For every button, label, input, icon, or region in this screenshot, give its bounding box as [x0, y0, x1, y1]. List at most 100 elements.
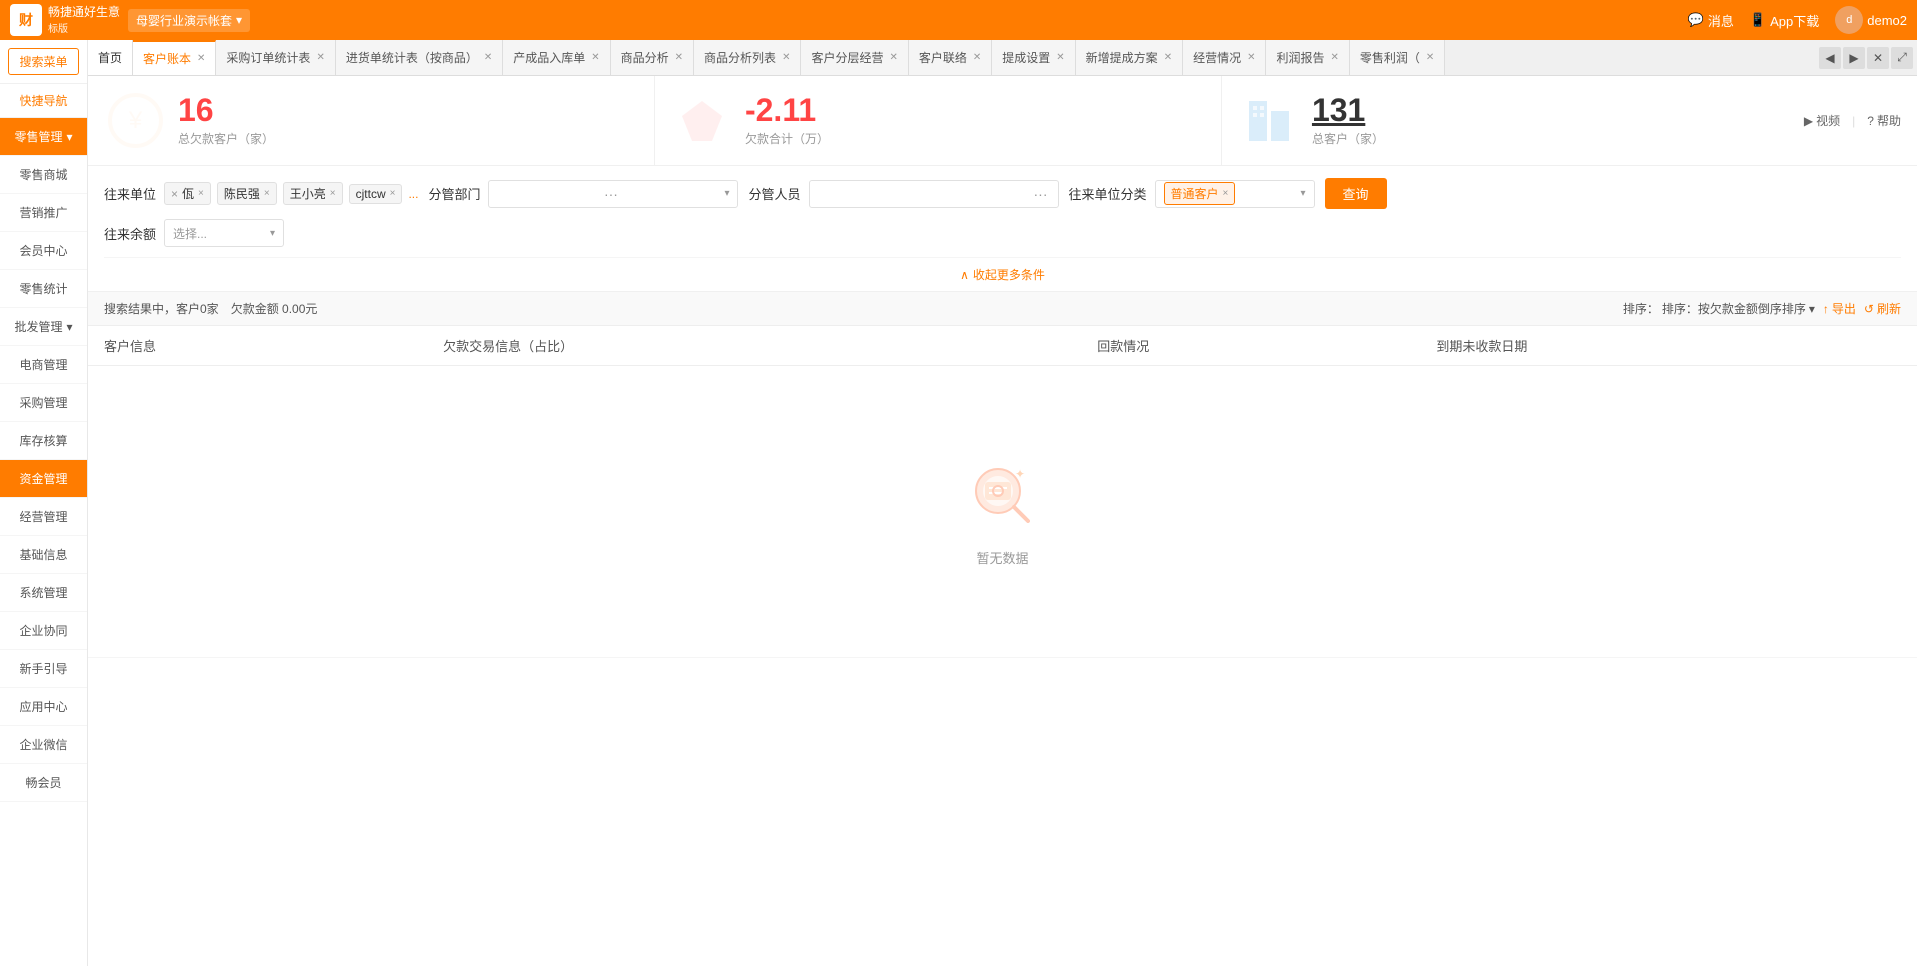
- filter-dept-dots[interactable]: ···: [602, 186, 620, 202]
- stat-label-total-customers: 总客户（家）: [1312, 130, 1384, 147]
- filter-collapse-btn[interactable]: ∧ 收起更多条件: [104, 257, 1901, 291]
- video-help-btn[interactable]: ▶ 视频: [1804, 112, 1840, 129]
- filter-label-person: 分管人员: [748, 184, 800, 203]
- stat-icon-diamond: [675, 93, 730, 148]
- filter-tag-close-2[interactable]: ×: [264, 188, 270, 199]
- filter-balance-arrow: ▾: [270, 228, 275, 239]
- tab-close-customer-contact[interactable]: ✕: [973, 52, 981, 63]
- tab-close-purchase-order[interactable]: ✕: [316, 52, 324, 63]
- filter-row-1: 往来单位 × 佤 × 陈民强 ×: [104, 178, 1901, 209]
- col-repayment: 回款情况: [1081, 326, 1420, 366]
- tab-close-retail-profit[interactable]: ✕: [1426, 52, 1434, 63]
- refresh-btn[interactable]: ↺ 刷新: [1864, 300, 1901, 317]
- search-menu-btn[interactable]: 搜索菜单: [8, 48, 79, 75]
- logo-text: 畅捷通好生意: [48, 5, 120, 21]
- user-avatar-area[interactable]: d demo2: [1835, 6, 1907, 34]
- sidebar-item-new-guide[interactable]: 新手引导: [0, 650, 87, 688]
- sidebar-item-marketing[interactable]: 营销推广: [0, 194, 87, 232]
- tab-close-promotion-settings[interactable]: ✕: [1056, 52, 1064, 63]
- refresh-icon: ↺: [1864, 302, 1874, 316]
- filter-person-dots[interactable]: ···: [1032, 186, 1050, 202]
- filter-row-2: 往来余额 选择... ▾: [104, 219, 1901, 247]
- tab-profit-report[interactable]: 利润报告 ✕: [1266, 40, 1349, 75]
- sidebar-item-ecommerce-mgmt[interactable]: 电商管理: [0, 346, 87, 384]
- filter-balance-dropdown[interactable]: 选择... ▾: [164, 219, 284, 247]
- filter-tag-close-1[interactable]: ×: [198, 188, 204, 199]
- tab-goods-analysis-list[interactable]: 商品分析列表 ✕: [694, 40, 801, 75]
- filter-tag-close-4[interactable]: ×: [390, 188, 396, 199]
- tab-close-customer-layer[interactable]: ✕: [889, 52, 897, 63]
- tab-close-new-promotion[interactable]: ✕: [1164, 52, 1172, 63]
- stat-value-debt-customers: 16: [178, 94, 274, 126]
- svg-text:✦: ✦: [1015, 467, 1025, 481]
- page-content: ¥ 16 总欠款客户（家）: [88, 76, 1917, 966]
- table-header: 客户信息 欠款交易信息（占比） 回款情况 到期未收款日期: [88, 326, 1917, 366]
- sidebar-item-system-mgmt[interactable]: 系统管理: [0, 574, 87, 612]
- sidebar-item-operation-mgmt[interactable]: 经营管理: [0, 498, 87, 536]
- message-btn[interactable]: 💬 消息: [1688, 11, 1734, 30]
- video-icon: ▶: [1804, 114, 1813, 128]
- filter-dept-arrow: ▾: [724, 188, 729, 199]
- tab-purchase-stats[interactable]: 进货单统计表（按商品） ✕: [336, 40, 503, 75]
- sidebar-item-finance-mgmt[interactable]: 资金管理: [0, 460, 87, 498]
- sidebar-item-enterprise-coop[interactable]: 企业协同: [0, 612, 87, 650]
- filter-tag-close-3[interactable]: ×: [330, 188, 336, 199]
- sidebar-item-inventory-check[interactable]: 库存核算: [0, 422, 87, 460]
- tab-next-btn[interactable]: ▶: [1843, 47, 1865, 69]
- app-download-btn[interactable]: 📱 App下载: [1750, 11, 1819, 30]
- sidebar-item-retail-mgmt[interactable]: 零售管理 ▾: [0, 118, 87, 156]
- tab-close-goods-analysis[interactable]: ✕: [675, 52, 683, 63]
- sidebar-item-app-center[interactable]: 应用中心: [0, 688, 87, 726]
- filter-dept-dropdown[interactable]: ··· ▾: [488, 180, 738, 208]
- tab-product-inbound[interactable]: 产成品入库单 ✕: [503, 40, 610, 75]
- tab-purchase-order[interactable]: 采购订单统计表 ✕: [216, 40, 335, 75]
- tab-close-operation[interactable]: ✕: [1247, 52, 1255, 63]
- tab-close-all-btn[interactable]: ✕: [1867, 47, 1889, 69]
- sidebar-item-retail-mall[interactable]: 零售商城: [0, 156, 87, 194]
- filter-area: 往来单位 × 佤 × 陈民强 ×: [88, 166, 1917, 292]
- logo-texts: 畅捷通好生意 标版: [48, 5, 120, 36]
- stat-text-total-customers: 131 总客户（家）: [1312, 94, 1384, 147]
- tab-receivable[interactable]: 客户账本 ✕: [133, 40, 216, 75]
- tab-close-receivable[interactable]: ✕: [197, 53, 205, 64]
- table-empty-cell: ✦ 暂无数据: [88, 366, 1917, 658]
- tab-goods-analysis[interactable]: 商品分析 ✕: [611, 40, 694, 75]
- tab-close-purchase-stats[interactable]: ✕: [484, 52, 492, 63]
- tab-customer-contact[interactable]: 客户联络 ✕: [909, 40, 992, 75]
- tab-operation[interactable]: 经营情况 ✕: [1183, 40, 1266, 75]
- sidebar-item-retail-stats[interactable]: 零售统计: [0, 270, 87, 308]
- tab-prev-btn[interactable]: ◀: [1819, 47, 1841, 69]
- tab-home[interactable]: 首页: [88, 40, 133, 75]
- tab-customer-layer[interactable]: 客户分层经营 ✕: [801, 40, 908, 75]
- tab-close-goods-analysis-list[interactable]: ✕: [782, 52, 790, 63]
- stat-value-debt-amount: -2.11: [745, 94, 829, 126]
- sidebar-item-purchase-mgmt[interactable]: 采购管理: [0, 384, 87, 422]
- filter-tag-close-cat-1[interactable]: ×: [1223, 188, 1229, 199]
- top-bar-left: 财 畅捷通好生意 标版 母婴行业演示帐套 ▾: [10, 4, 250, 36]
- filter-category-dropdown[interactable]: 普通客户 × ▾: [1155, 180, 1315, 208]
- sidebar-item-premium-member[interactable]: 畅会员: [0, 764, 87, 802]
- empty-state-label: 暂无数据: [976, 548, 1028, 567]
- company-dropdown[interactable]: 母婴行业演示帐套 ▾: [128, 9, 250, 32]
- data-table: 客户信息 欠款交易信息（占比） 回款情况 到期未收款日期: [88, 326, 1917, 658]
- tab-retail-profit[interactable]: 零售利润（ ✕: [1350, 40, 1445, 75]
- fast-nav-btn[interactable]: 快捷导航: [0, 84, 87, 118]
- tab-close-product-inbound[interactable]: ✕: [591, 52, 599, 63]
- filter-label-unit: 往来单位: [104, 184, 156, 203]
- filter-tags-unit: × 佤 × 陈民强 × 王小亮 ×: [164, 182, 418, 205]
- tab-close-profit-report[interactable]: ✕: [1331, 52, 1339, 63]
- tab-promotion-settings[interactable]: 提成设置 ✕: [992, 40, 1075, 75]
- filter-tag-more[interactable]: ...: [408, 187, 418, 201]
- sidebar-item-basic-info[interactable]: 基础信息: [0, 536, 87, 574]
- filter-person-dropdown[interactable]: ···: [809, 180, 1059, 208]
- tab-new-promotion[interactable]: 新增提成方案 ✕: [1076, 40, 1183, 75]
- query-btn[interactable]: 查询: [1325, 178, 1387, 209]
- sidebar-item-member-center[interactable]: 会员中心: [0, 232, 87, 270]
- export-btn[interactable]: ↑ 导出: [1823, 300, 1856, 317]
- sort-btn[interactable]: 排序： 排序：按欠款金额倒序排序 ▾: [1623, 300, 1815, 317]
- sidebar-item-wholesale-mgmt[interactable]: 批发管理 ▾: [0, 308, 87, 346]
- tab-fullscreen-btn[interactable]: ⤢: [1891, 47, 1913, 69]
- sidebar-item-enterprise-wechat[interactable]: 企业微信: [0, 726, 87, 764]
- help-btn[interactable]: ? 帮助: [1867, 112, 1901, 129]
- app-container: 财 畅捷通好生意 标版 母婴行业演示帐套 ▾ 💬 消息 📱 App下载 d: [0, 0, 1917, 966]
